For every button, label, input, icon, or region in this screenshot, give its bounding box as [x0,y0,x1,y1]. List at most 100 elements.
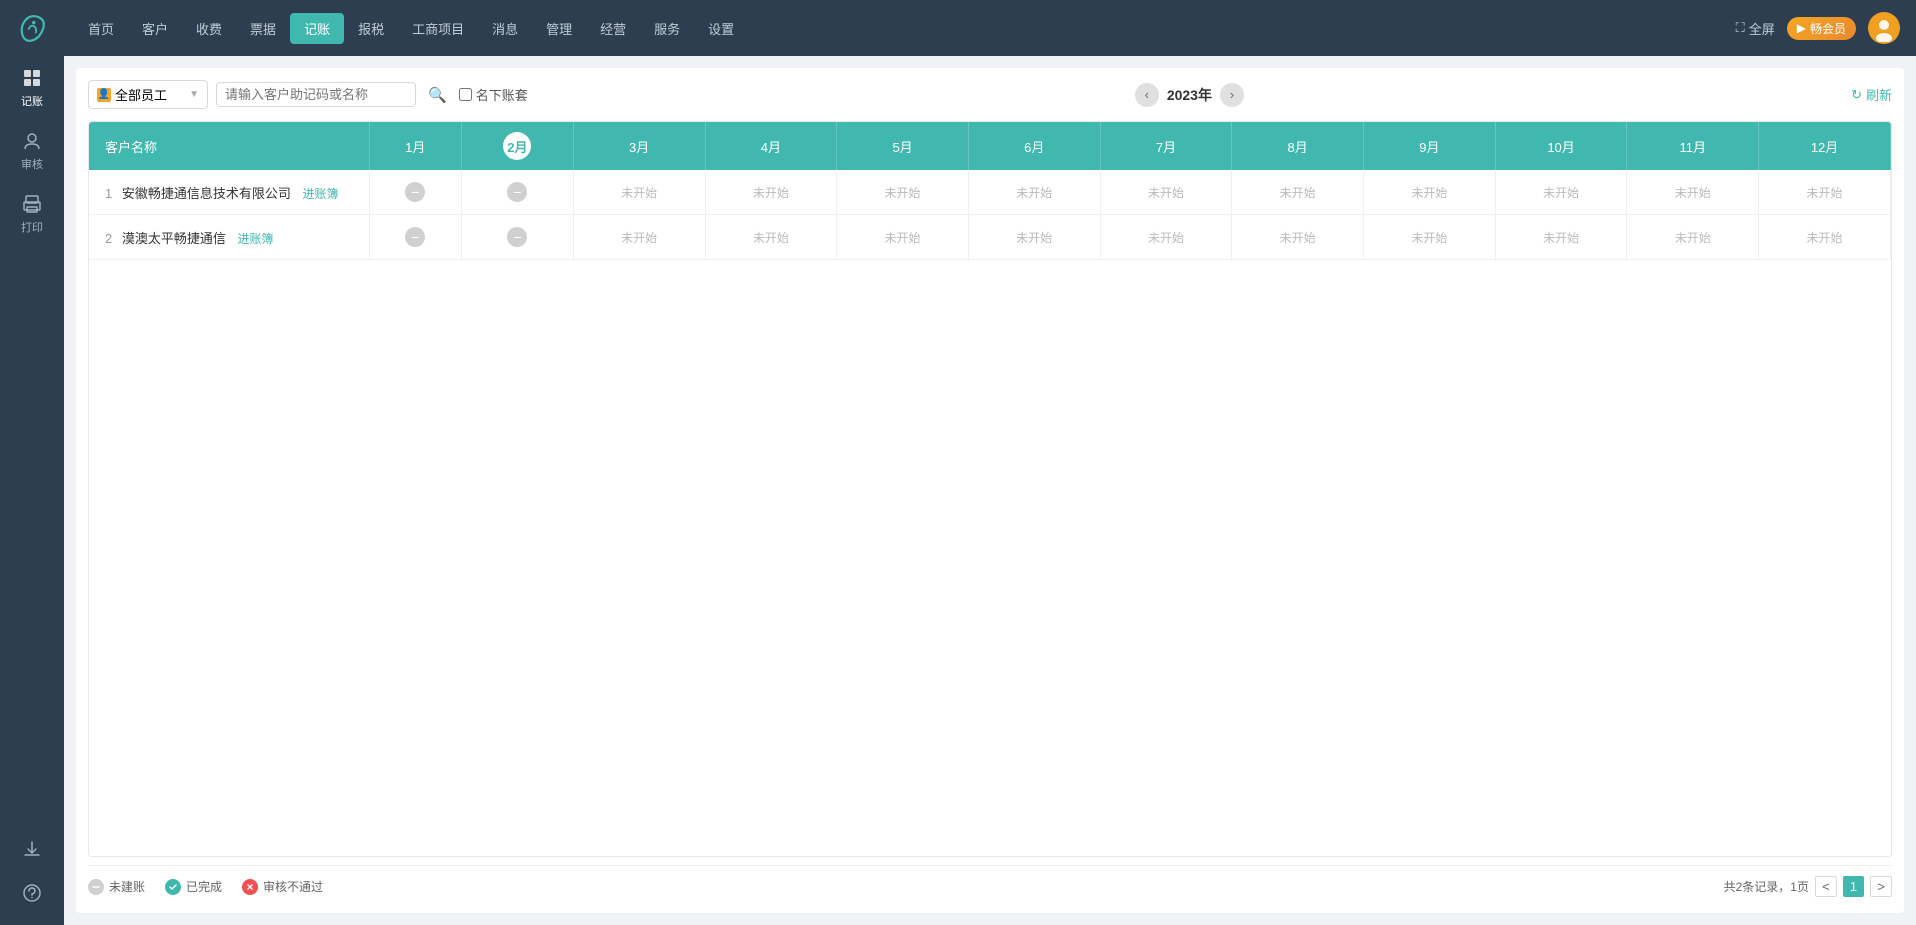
employee-select-label: 全部员工 [115,85,167,104]
sidebar-logo [0,0,64,56]
sidebar-item-download[interactable] [0,827,64,871]
print-icon [20,192,44,216]
col-month-7: 7月 [1100,122,1232,170]
play-icon: ▶ [1797,21,1806,35]
member-button[interactable]: ▶ 畅会员 [1787,17,1856,40]
record-info: 共2条记录，1页 [1724,878,1809,895]
legend-completed-label: 已完成 [186,878,222,895]
company-name-2: 漠澳太平畅捷通信 [122,231,226,246]
nav-home[interactable]: 首页 [74,13,128,44]
cell-1-11: 未开始 [1627,170,1759,215]
topnav: 首页 客户 收费 票据 记账 报税 工商项目 消息 管理 经营 服务 设置 ⛶ … [64,0,1916,56]
col-month-11: 11月 [1627,122,1759,170]
cell-2-9: 未开始 [1364,215,1496,260]
enter-link-2[interactable]: 进账簿 [238,232,274,246]
col-month-5: 5月 [837,122,969,170]
audit-icon [20,129,44,153]
user-avatar[interactable] [1868,12,1900,44]
refresh-label: 刷新 [1866,85,1892,104]
app-logo [14,10,50,46]
cell-2-11: 未开始 [1627,215,1759,260]
nav-customer[interactable]: 客户 [128,13,182,44]
year-display: 2023年 [1167,85,1212,105]
cell-2-10: 未开始 [1495,215,1627,260]
col-month-4: 4月 [705,122,837,170]
sidebar-item-print-label: 打印 [21,219,43,235]
legend-gray-circle [88,879,104,895]
table-header-row: 客户名称 1月 2月 3月 4月 5月 6月 7月 8月 9月 10月 11月 [89,122,1891,170]
cell-1-2: − [462,170,574,215]
main-area: 首页 客户 收费 票据 记账 报税 工商项目 消息 管理 经营 服务 设置 ⛶ … [64,0,1916,925]
nav-accounting[interactable]: 记账 [290,13,344,44]
nav-invoice[interactable]: 票据 [236,13,290,44]
legend-failed: 审核不通过 [242,878,323,895]
topnav-right: ⛶ 全屏 ▶ 畅会员 [1736,12,1916,44]
col-month-3: 3月 [573,122,705,170]
row-num-2: 2 [105,231,112,246]
sidebar-item-accounting[interactable]: 记账 [0,56,64,119]
sidebar-item-support[interactable] [0,871,64,915]
search-input[interactable] [216,82,416,107]
prev-page-button[interactable]: < [1815,876,1837,897]
col-month-8: 8月 [1232,122,1364,170]
cell-2-3: 未开始 [573,215,705,260]
legend-not-started: 未建账 [88,878,145,895]
refresh-button[interactable]: ↻ 刷新 [1851,85,1892,104]
accounting-icon [20,66,44,90]
cell-1-1: − [369,170,462,215]
sidebar: 记账 审核 打印 [0,0,64,925]
sidebar-item-audit-label: 审核 [21,156,43,172]
table-row: 1 安徽畅捷通信息技术有限公司 进账簿 − − 未开始 未开始 未开始 未开始 … [89,170,1891,215]
search-button[interactable]: 🔍 [424,82,451,108]
footer: 未建账 已完成 审核不通过 共2条记录，1页 < [88,865,1892,901]
support-icon [20,881,44,905]
cell-1-12: 未开始 [1759,170,1891,215]
col-month-9: 9月 [1364,122,1496,170]
cell-1-6: 未开始 [968,170,1100,215]
my-accounts-checkbox[interactable] [459,88,472,101]
nav-service[interactable]: 服务 [640,13,694,44]
nav-operations[interactable]: 经营 [586,13,640,44]
employee-icon: 👤 [97,88,111,102]
cell-2-2: − [462,215,574,260]
refresh-icon: ↻ [1851,87,1862,103]
member-label: 畅会员 [1810,20,1846,37]
fullscreen-label: 全屏 [1749,19,1775,38]
fullscreen-button[interactable]: ⛶ 全屏 [1736,19,1775,38]
cell-1-8: 未开始 [1232,170,1364,215]
cell-2-8: 未开始 [1232,215,1364,260]
prev-year-button[interactable]: ‹ [1135,83,1159,107]
table-row: 2 漠澳太平畅捷通信 进账簿 − − 未开始 未开始 未开始 未开始 未开始 未… [89,215,1891,260]
pagination: 共2条记录，1页 < 1 > [1724,876,1892,897]
cell-2-1: − [369,215,462,260]
page-1-button[interactable]: 1 [1843,876,1864,897]
sidebar-item-print[interactable]: 打印 [0,182,64,245]
cell-2-12: 未开始 [1759,215,1891,260]
cell-1-7: 未开始 [1100,170,1232,215]
col-month-10: 10月 [1495,122,1627,170]
sidebar-item-audit[interactable]: 审核 [0,119,64,182]
nav-management[interactable]: 管理 [532,13,586,44]
my-accounts-checkbox-label[interactable]: 名下账套 [459,85,528,104]
nav-business[interactable]: 工商项目 [398,13,478,44]
cell-1-5: 未开始 [837,170,969,215]
row-num-1: 1 [105,186,112,201]
year-nav: ‹ 2023年 › [1135,83,1244,107]
legend-not-started-label: 未建账 [109,878,145,895]
col-month-1: 1月 [369,122,462,170]
employee-select[interactable]: 👤 全部员工 ▼ [88,80,208,109]
next-year-button[interactable]: › [1220,83,1244,107]
cell-2-7: 未开始 [1100,215,1232,260]
next-page-button[interactable]: > [1870,876,1892,897]
enter-link-1[interactable]: 进账簿 [303,187,339,201]
fullscreen-icon: ⛶ [1736,20,1745,36]
cell-2-4: 未开始 [705,215,837,260]
nav-message[interactable]: 消息 [478,13,532,44]
cell-company-1: 1 安徽畅捷通信息技术有限公司 进账簿 [89,170,369,215]
nav-billing[interactable]: 收费 [182,13,236,44]
nav-tax[interactable]: 报税 [344,13,398,44]
nav-settings[interactable]: 设置 [694,13,748,44]
cell-2-6: 未开始 [968,215,1100,260]
legend-teal-circle [165,879,181,895]
toolbar: 👤 全部员工 ▼ 🔍 名下账套 ‹ 2023年 › ↻ 刷新 [88,80,1892,109]
